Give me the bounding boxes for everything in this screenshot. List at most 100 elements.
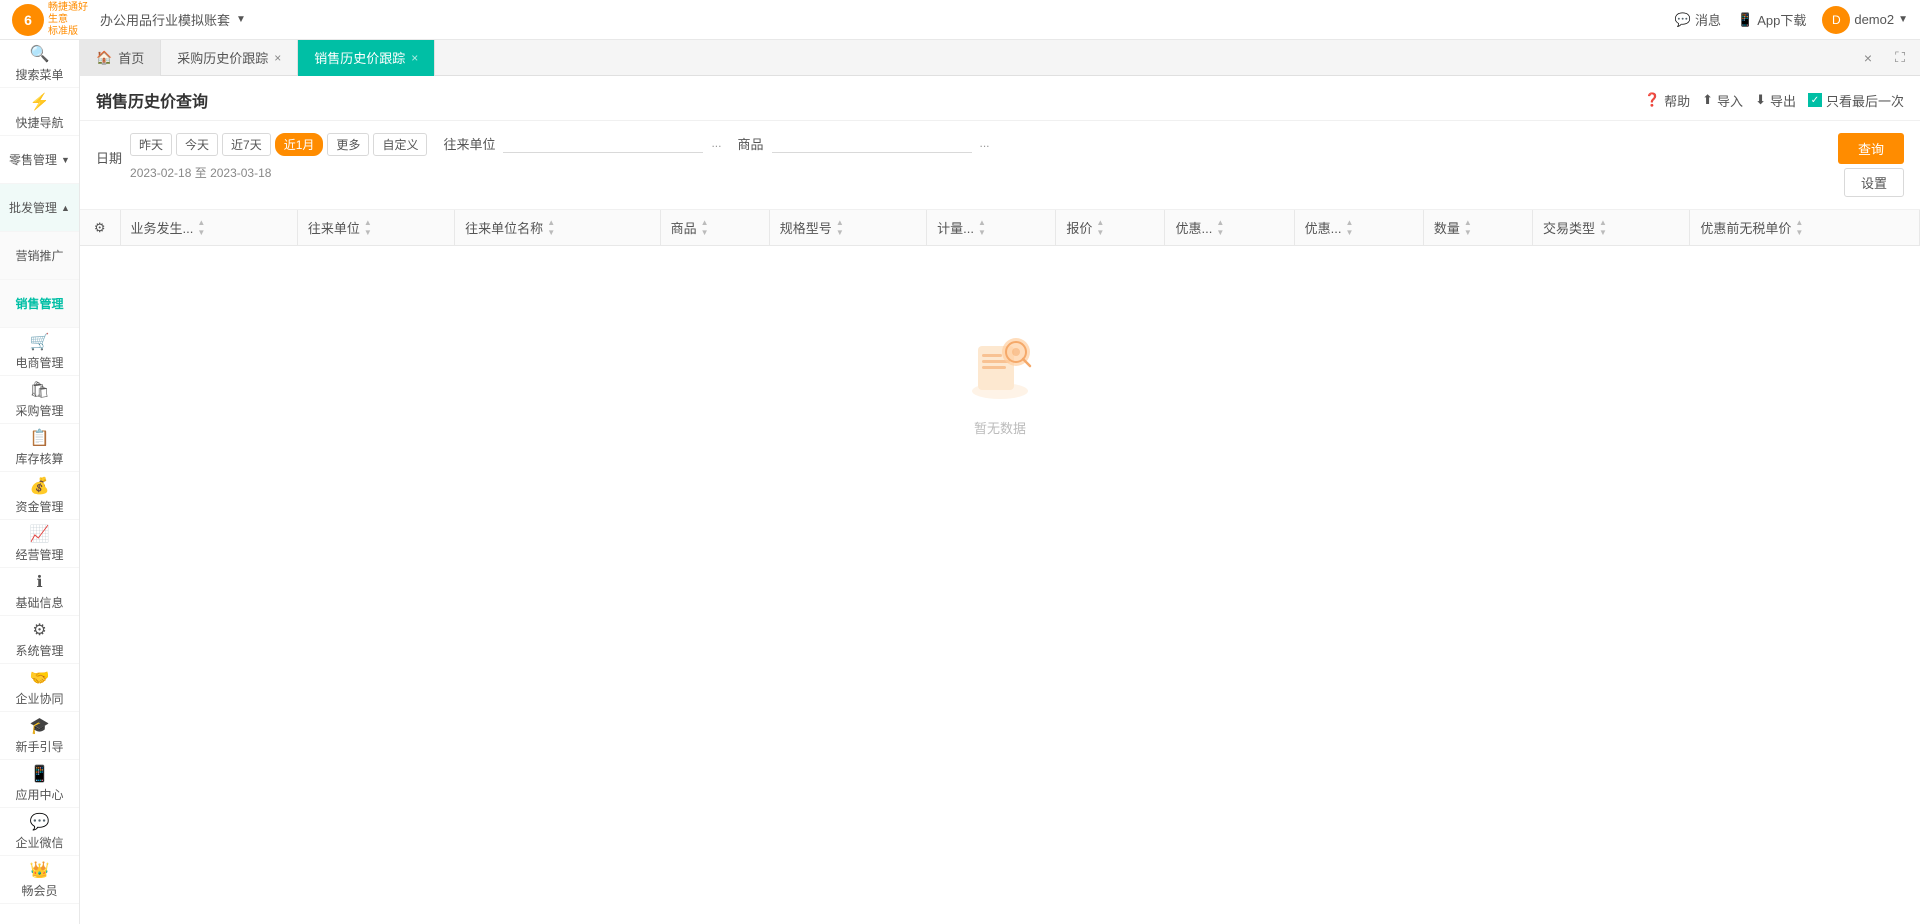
search-icon: 🔍: [30, 44, 50, 64]
help-btn[interactable]: ❓ 帮助: [1644, 91, 1690, 110]
last-only-checkbox[interactable]: ✓: [1808, 93, 1822, 107]
col-biz-date[interactable]: 业务发生... ▲▼: [120, 210, 297, 246]
page-title-bar: 销售历史价查询 ❓ 帮助 ⬆ 导入 ⬇ 导出 ✓ 只看最后一次: [80, 76, 1920, 121]
export-icon: ⬇: [1755, 92, 1766, 108]
tab-sales-history[interactable]: 销售历史价跟踪 ×: [298, 40, 435, 76]
close-all-tabs-btn[interactable]: ×: [1856, 46, 1880, 70]
col-discount2[interactable]: 优惠... ▲▼: [1294, 210, 1423, 246]
inventory-icon: 📋: [30, 428, 50, 448]
apps-icon: 📱: [30, 764, 50, 784]
date-btn-custom[interactable]: 自定义: [373, 133, 427, 156]
col-trade-type[interactable]: 交易类型 ▲▼: [1533, 210, 1690, 246]
page-actions: ❓ 帮助 ⬆ 导入 ⬇ 导出 ✓ 只看最后一次: [1644, 91, 1904, 110]
settings-button[interactable]: 设置: [1844, 168, 1904, 197]
product-dots: ...: [980, 136, 990, 150]
partner-input[interactable]: [503, 133, 703, 153]
partner-label: 往来单位: [443, 134, 495, 153]
sidebar-item-finance[interactable]: 💰 资金管理: [0, 472, 79, 520]
app-selector[interactable]: 办公用品行业模拟账套 ▼: [100, 10, 246, 29]
date-btn-last1m[interactable]: 近1月: [275, 133, 324, 156]
info-icon: ℹ: [36, 572, 42, 592]
tab-close-sales[interactable]: ×: [411, 51, 418, 65]
sidebar-item-operations[interactable]: 📈 经营管理: [0, 520, 79, 568]
query-button[interactable]: 查询: [1838, 133, 1904, 164]
import-btn[interactable]: ⬆ 导入: [1702, 91, 1743, 110]
lightning-icon: ⚡: [30, 92, 50, 112]
chevron-down-icon: ▼: [1898, 14, 1908, 25]
sidebar-item-basics[interactable]: ℹ 基础信息: [0, 568, 79, 616]
partner-dots: ...: [711, 136, 721, 150]
col-pretax-price[interactable]: 优惠前无税单价 ▲▼: [1690, 210, 1920, 246]
sidebar-item-marketing[interactable]: 营销推广: [0, 232, 79, 280]
sidebar-item-inventory[interactable]: 📋 库存核算: [0, 424, 79, 472]
product-filter-group: 商品 ...: [737, 133, 989, 153]
col-quantity[interactable]: 数量 ▲▼: [1423, 210, 1532, 246]
sidebar-item-search-menu[interactable]: 🔍 搜索菜单: [0, 40, 79, 88]
last-only-checkbox-wrapper[interactable]: ✓ 只看最后一次: [1808, 91, 1904, 110]
partner-filter-group: 往来单位 ...: [443, 133, 721, 153]
tab-purchase-history[interactable]: 采购历史价跟踪 ×: [161, 40, 298, 76]
home-icon: 🏠: [96, 50, 112, 66]
col-spec[interactable]: 规格型号 ▲▼: [769, 210, 926, 246]
col-quote[interactable]: 报价 ▲▼: [1056, 210, 1165, 246]
chevron-down-icon: ▼: [236, 14, 246, 25]
page-container: 销售历史价查询 ❓ 帮助 ⬆ 导入 ⬇ 导出 ✓ 只看最后一次: [80, 76, 1920, 924]
chart-icon: 📈: [30, 524, 50, 544]
chevron-down-icon: ▼: [61, 155, 70, 165]
sidebar-item-enterprise[interactable]: 🤝 企业协同: [0, 664, 79, 712]
filter-actions: 查询 设置: [1838, 133, 1904, 197]
top-header: 6 畅捷通好生意 标准版 办公用品行业模拟账套 ▼ 💬 消息 📱 App下载 D…: [0, 0, 1920, 40]
export-btn[interactable]: ⬇ 导出: [1755, 91, 1796, 110]
col-partner-name[interactable]: 往来单位名称 ▲▼: [455, 210, 660, 246]
download-icon: 📱: [1737, 12, 1753, 28]
date-btn-more[interactable]: 更多: [327, 133, 369, 156]
col-settings[interactable]: ⚙: [80, 210, 120, 246]
sidebar-item-sales-mgmt[interactable]: 销售管理: [0, 280, 79, 328]
date-btn-yesterday[interactable]: 昨天: [130, 133, 172, 156]
logo-text: 畅捷通好生意 标准版: [48, 2, 92, 38]
import-icon: ⬆: [1702, 92, 1713, 108]
tab-close-purchase[interactable]: ×: [274, 51, 281, 65]
shop-icon: 🛒: [30, 332, 50, 352]
sidebar-item-retail[interactable]: 零售管理 ▼: [0, 136, 79, 184]
date-btn-last7[interactable]: 近7天: [222, 133, 271, 156]
tabs-bar: 🏠 首页 采购历史价跟踪 × 销售历史价跟踪 × × ⛶: [80, 40, 1920, 76]
col-discount1[interactable]: 优惠... ▲▼: [1165, 210, 1294, 246]
date-label: 日期: [96, 148, 122, 167]
crown-icon: 👑: [30, 860, 50, 880]
product-input[interactable]: [772, 133, 972, 153]
filter-area: 日期 昨天 今天 近7天 近1月 更多 自定义 2023-02-18 至 202…: [80, 121, 1920, 210]
purchase-icon: 🛍: [29, 380, 49, 400]
user-menu[interactable]: D demo2 ▼: [1822, 6, 1908, 34]
gear-icon: ⚙: [32, 620, 46, 640]
date-btn-today[interactable]: 今天: [176, 133, 218, 156]
message-icon: 💬: [1675, 12, 1691, 28]
app-download-btn[interactable]: 📱 App下载: [1737, 10, 1806, 29]
sidebar-item-wholesale[interactable]: 批发管理 ▲: [0, 184, 79, 232]
settings-icon[interactable]: ⚙: [94, 220, 106, 235]
sidebar-item-ecommerce[interactable]: 🛒 电商管理: [0, 328, 79, 376]
tab-home[interactable]: 🏠 首页: [80, 40, 161, 76]
header-right: 💬 消息 📱 App下载 D demo2 ▼: [1675, 6, 1908, 34]
date-filter-group: 日期 昨天 今天 近7天 近1月 更多 自定义 2023-02-18 至 202…: [96, 133, 427, 181]
fullscreen-btn[interactable]: ⛶: [1888, 46, 1912, 70]
sidebar-item-quick-nav[interactable]: ⚡ 快捷导航: [0, 88, 79, 136]
empty-text: 暂无数据: [974, 418, 1026, 437]
messages-btn[interactable]: 💬 消息: [1675, 10, 1721, 29]
help-icon: ❓: [1644, 92, 1660, 108]
sidebar-item-system[interactable]: ⚙ 系统管理: [0, 616, 79, 664]
enterprise-icon: 🤝: [30, 668, 50, 688]
page-title: 销售历史价查询: [96, 88, 208, 112]
col-partner-code[interactable]: 往来单位 ▲▼: [297, 210, 454, 246]
col-unit[interactable]: 计量... ▲▼: [927, 210, 1056, 246]
tabs-right-actions: × ⛶: [1856, 46, 1920, 70]
sidebar-item-purchase[interactable]: 🛍 采购管理: [0, 376, 79, 424]
col-product[interactable]: 商品 ▲▼: [660, 210, 769, 246]
sidebar-item-membership[interactable]: 👑 畅会员: [0, 856, 79, 904]
sidebar-item-app-center[interactable]: 📱 应用中心: [0, 760, 79, 808]
sidebar-item-newbie[interactable]: 🎓 新手引导: [0, 712, 79, 760]
sidebar-item-corp-wechat[interactable]: 💬 企业微信: [0, 808, 79, 856]
chevron-up-icon: ▲: [61, 203, 70, 213]
guide-icon: 🎓: [30, 716, 50, 736]
data-table: ⚙ 业务发生... ▲▼ 往来单位 ▲▼: [80, 210, 1920, 246]
